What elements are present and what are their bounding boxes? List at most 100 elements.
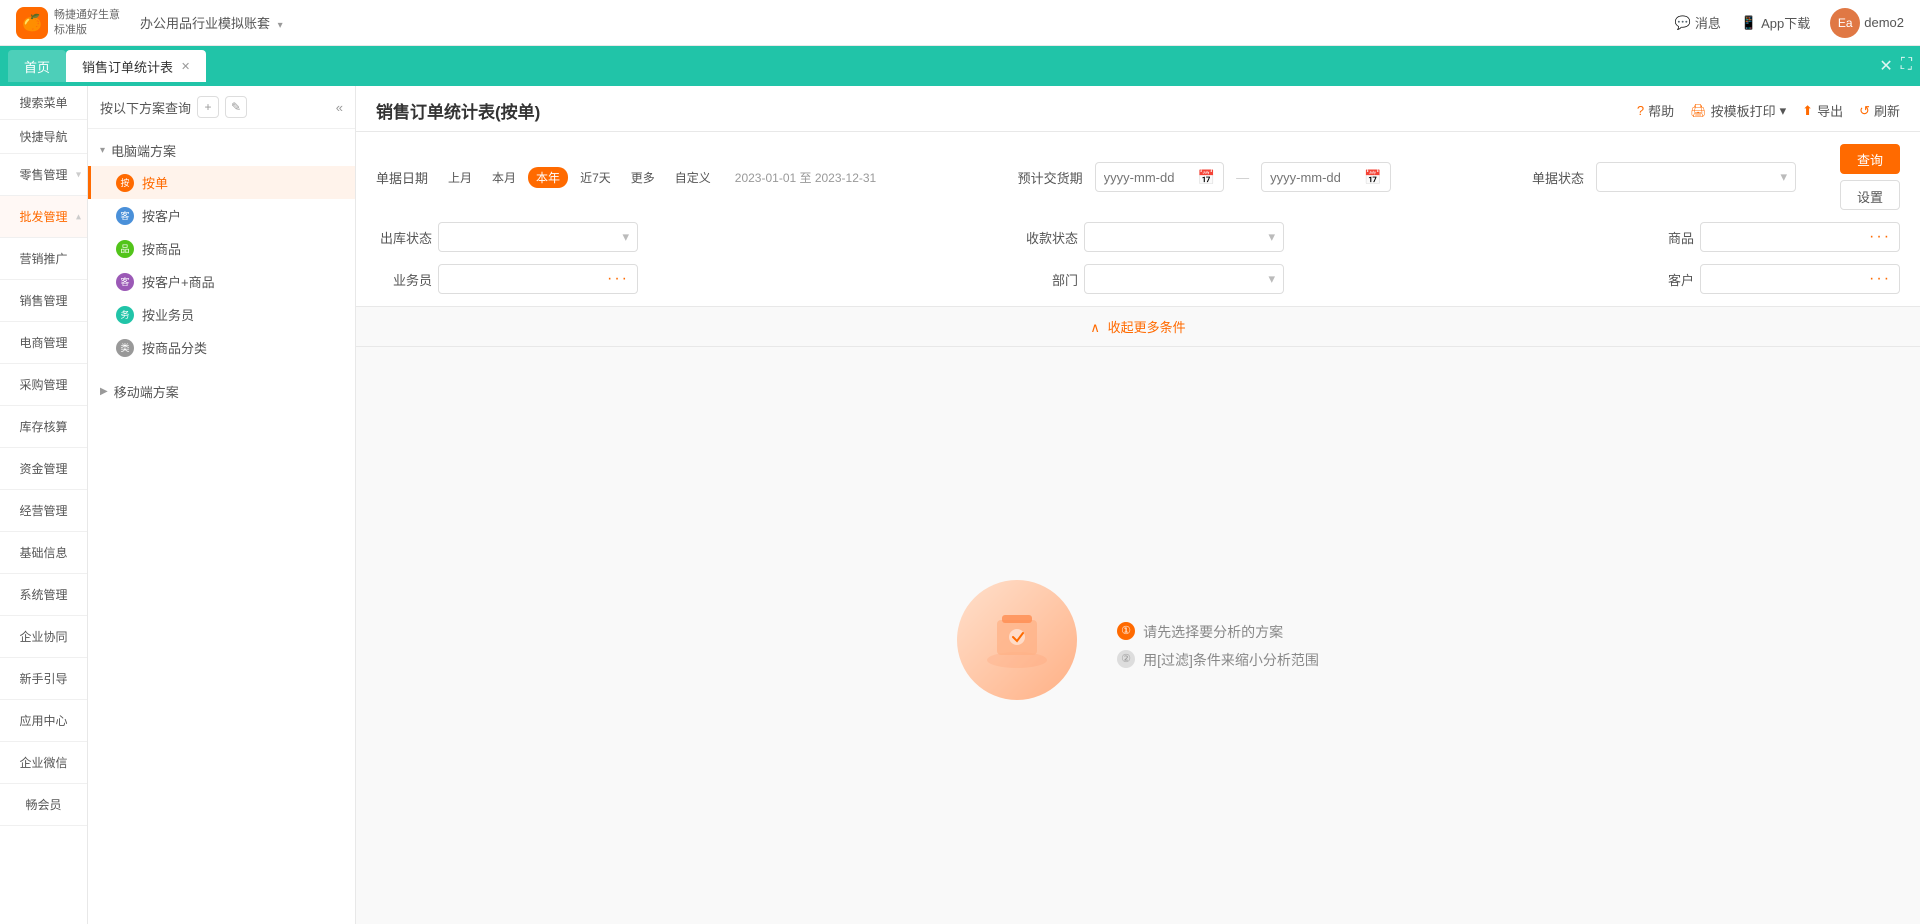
template-print-action[interactable]: 🖨 按模板打印 ▾ — [1690, 101, 1786, 120]
receipt-status-chevron: ▾ — [1268, 229, 1275, 245]
date-tab-more[interactable]: 更多 — [623, 167, 663, 188]
message-icon: 💬 — [1675, 15, 1691, 31]
tab-sales-order-stat[interactable]: 销售订单统计表 ✕ — [66, 50, 206, 82]
scheme-item-by-product[interactable]: 品 按商品 — [88, 232, 355, 265]
tab-close-icon[interactable]: ✕ — [181, 60, 190, 73]
sidebar-item-retail[interactable]: 零售管理 ▾ — [0, 154, 87, 196]
scheme-group-pc-label: 电脑端方案 — [111, 141, 176, 160]
product-field[interactable]: ··· — [1700, 222, 1900, 252]
sidebar-item-wholesale[interactable]: 批发管理 ▴ — [0, 196, 87, 238]
sidebar-item-member[interactable]: 畅会员 — [0, 784, 87, 826]
tab-minimize-icon[interactable]: ✕ — [1879, 56, 1892, 76]
sidebar-item-operation[interactable]: 经营管理 — [0, 490, 87, 532]
calendar-end-icon[interactable]: 📅 — [1364, 169, 1381, 186]
scheme-collapse-button[interactable]: « — [336, 100, 343, 115]
filter-area: 单据日期 上月 本月 本年 近7天 更多 自定义 2023-01-01 至 20… — [356, 132, 1920, 306]
sidebar-item-appstore[interactable]: 应用中心 — [0, 700, 87, 742]
scheme-group-mobile-header[interactable]: ▶ 移动端方案 — [88, 376, 355, 407]
scheme-group-pc-arrow: ▾ — [100, 145, 105, 156]
logo-area: 🍊 畅捷通好生意 标准版 — [16, 7, 120, 39]
salesperson-field[interactable]: ··· — [438, 264, 638, 294]
date-start-input[interactable] — [1104, 170, 1194, 185]
setting-button[interactable]: 设置 — [1840, 180, 1900, 210]
message-item[interactable]: 💬 消息 — [1675, 13, 1721, 32]
scheme-group-mobile: ▶ 移动端方案 — [88, 370, 355, 413]
sidebar-item-enterprise-label: 企业协同 — [19, 628, 67, 645]
scheme-item-by-category[interactable]: 类 按商品分类 — [88, 331, 355, 364]
sidebar-item-wechat[interactable]: 企业微信 — [0, 742, 87, 784]
salesperson-label: 业务员 — [376, 270, 432, 289]
query-button[interactable]: 查询 — [1840, 144, 1900, 174]
receipt-status-select[interactable]: ▾ — [1084, 222, 1284, 252]
refresh-label: 刷新 — [1874, 101, 1900, 120]
empty-tip-2: ② 用[过滤]条件来缩小分析范围 — [1117, 650, 1319, 670]
sidebar-item-marketing[interactable]: 营销推广 — [0, 238, 87, 280]
sidebar-item-finance[interactable]: 资金管理 — [0, 448, 87, 490]
calendar-start-icon[interactable]: 📅 — [1198, 169, 1215, 186]
empty-state: ① 请先选择要分析的方案 ② 用[过滤]条件来缩小分析范围 — [356, 347, 1920, 924]
empty-tips: ① 请先选择要分析的方案 ② 用[过滤]条件来缩小分析范围 — [1117, 622, 1319, 670]
customer-label: 客户 — [1668, 270, 1694, 289]
delivery-status-select[interactable]: ▾ — [438, 222, 638, 252]
sidebar-item-wechat-label: 企业微信 — [19, 754, 67, 771]
scheme-header: 按以下方案查询 + ✎ « — [88, 86, 355, 129]
sidebar-item-purchase[interactable]: 采购管理 — [0, 364, 87, 406]
sidebar-item-ecommerce[interactable]: 电商管理 — [0, 322, 87, 364]
filter-row-3: 业务员 ··· 部门 ▾ — [376, 264, 1900, 294]
scheme-item-by-customer-label: 按客户 — [142, 206, 181, 225]
scheme-item-by-customer[interactable]: 客 按客户 — [88, 199, 355, 232]
user-item[interactable]: Ea demo2 — [1830, 8, 1904, 38]
tab-sales-order-stat-label: 销售订单统计表 — [82, 57, 173, 76]
department-filter: 部门 ▾ — [1022, 264, 1284, 294]
sidebar-search-menu[interactable]: 搜索菜单 — [0, 86, 87, 120]
department-select[interactable]: ▾ — [1084, 264, 1284, 294]
delivery-status-chevron: ▾ — [622, 229, 629, 245]
date-tab-this-month[interactable]: 本月 — [484, 167, 524, 188]
help-action[interactable]: ? 帮助 — [1637, 101, 1674, 120]
sidebar-item-basic[interactable]: 基础信息 — [0, 532, 87, 574]
filter-row-1: 单据日期 上月 本月 本年 近7天 更多 自定义 2023-01-01 至 20… — [376, 144, 1900, 210]
top-bar-left: 🍊 畅捷通好生意 标准版 办公用品行业模拟账套 ▾ — [16, 7, 283, 39]
date-tab-last-7days[interactable]: 近7天 — [572, 167, 619, 188]
scheme-item-by-salesperson[interactable]: 务 按业务员 — [88, 298, 355, 331]
sidebar-item-inventory-label: 库存核算 — [19, 418, 67, 435]
download-item[interactable]: 📱 App下载 — [1741, 13, 1810, 32]
sidebar-item-system[interactable]: 系统管理 — [0, 574, 87, 616]
sidebar-item-sales-label: 销售管理 — [19, 292, 67, 309]
scheme-item-by-salesperson-icon: 务 — [116, 306, 134, 324]
date-tabs: 上月 本月 本年 近7天 更多 自定义 — [440, 167, 719, 188]
scheme-edit-button[interactable]: ✎ — [225, 96, 247, 118]
sidebar-item-sales[interactable]: 销售管理 — [0, 280, 87, 322]
sidebar-item-marketing-label: 营销推广 — [19, 250, 67, 267]
date-tab-last-month[interactable]: 上月 — [440, 167, 480, 188]
salesperson-more-icon[interactable]: ··· — [607, 270, 629, 288]
scheme-add-button[interactable]: + — [197, 96, 219, 118]
refresh-action[interactable]: ↺ 刷新 — [1859, 101, 1900, 120]
scheme-item-by-order[interactable]: 按 按单 — [88, 166, 355, 199]
customer-field[interactable]: ··· — [1700, 264, 1900, 294]
tab-bar-actions: ✕ ⛶ — [1879, 56, 1912, 76]
sidebar-item-enterprise[interactable]: 企业协同 — [0, 616, 87, 658]
tip-num-2: ② — [1117, 650, 1135, 668]
scheme-group-pc-header[interactable]: ▾ 电脑端方案 — [88, 135, 355, 166]
sidebar-item-appstore-label: 应用中心 — [19, 712, 67, 729]
date-tab-this-year[interactable]: 本年 — [528, 167, 568, 188]
sidebar-quick-nav[interactable]: 快捷导航 — [0, 120, 87, 154]
scheme-item-by-customer-product[interactable]: 客 按客户+商品 — [88, 265, 355, 298]
export-action[interactable]: ⬆ 导出 — [1802, 101, 1843, 120]
tab-maximize-icon[interactable]: ⛶ — [1901, 56, 1912, 76]
date-tab-custom[interactable]: 自定义 — [667, 167, 719, 188]
date-end-input[interactable] — [1270, 170, 1360, 185]
sidebar-item-newbie[interactable]: 新手引导 — [0, 658, 87, 700]
tab-home[interactable]: 首页 — [8, 50, 66, 82]
customer-filter: 客户 ··· — [1668, 264, 1900, 294]
scheme-item-by-category-label: 按商品分类 — [142, 338, 207, 357]
page-title: 销售订单统计表(按单) — [376, 98, 540, 123]
collapse-bar[interactable]: ∧ 收起更多条件 — [356, 306, 1920, 347]
bill-date-label: 单据日期 — [376, 168, 428, 187]
bill-status-select[interactable]: ▾ — [1596, 162, 1796, 192]
customer-more-icon[interactable]: ··· — [1869, 270, 1891, 288]
logo-icon: 🍊 — [16, 7, 48, 39]
product-more-icon[interactable]: ··· — [1869, 228, 1891, 246]
sidebar-item-inventory[interactable]: 库存核算 — [0, 406, 87, 448]
